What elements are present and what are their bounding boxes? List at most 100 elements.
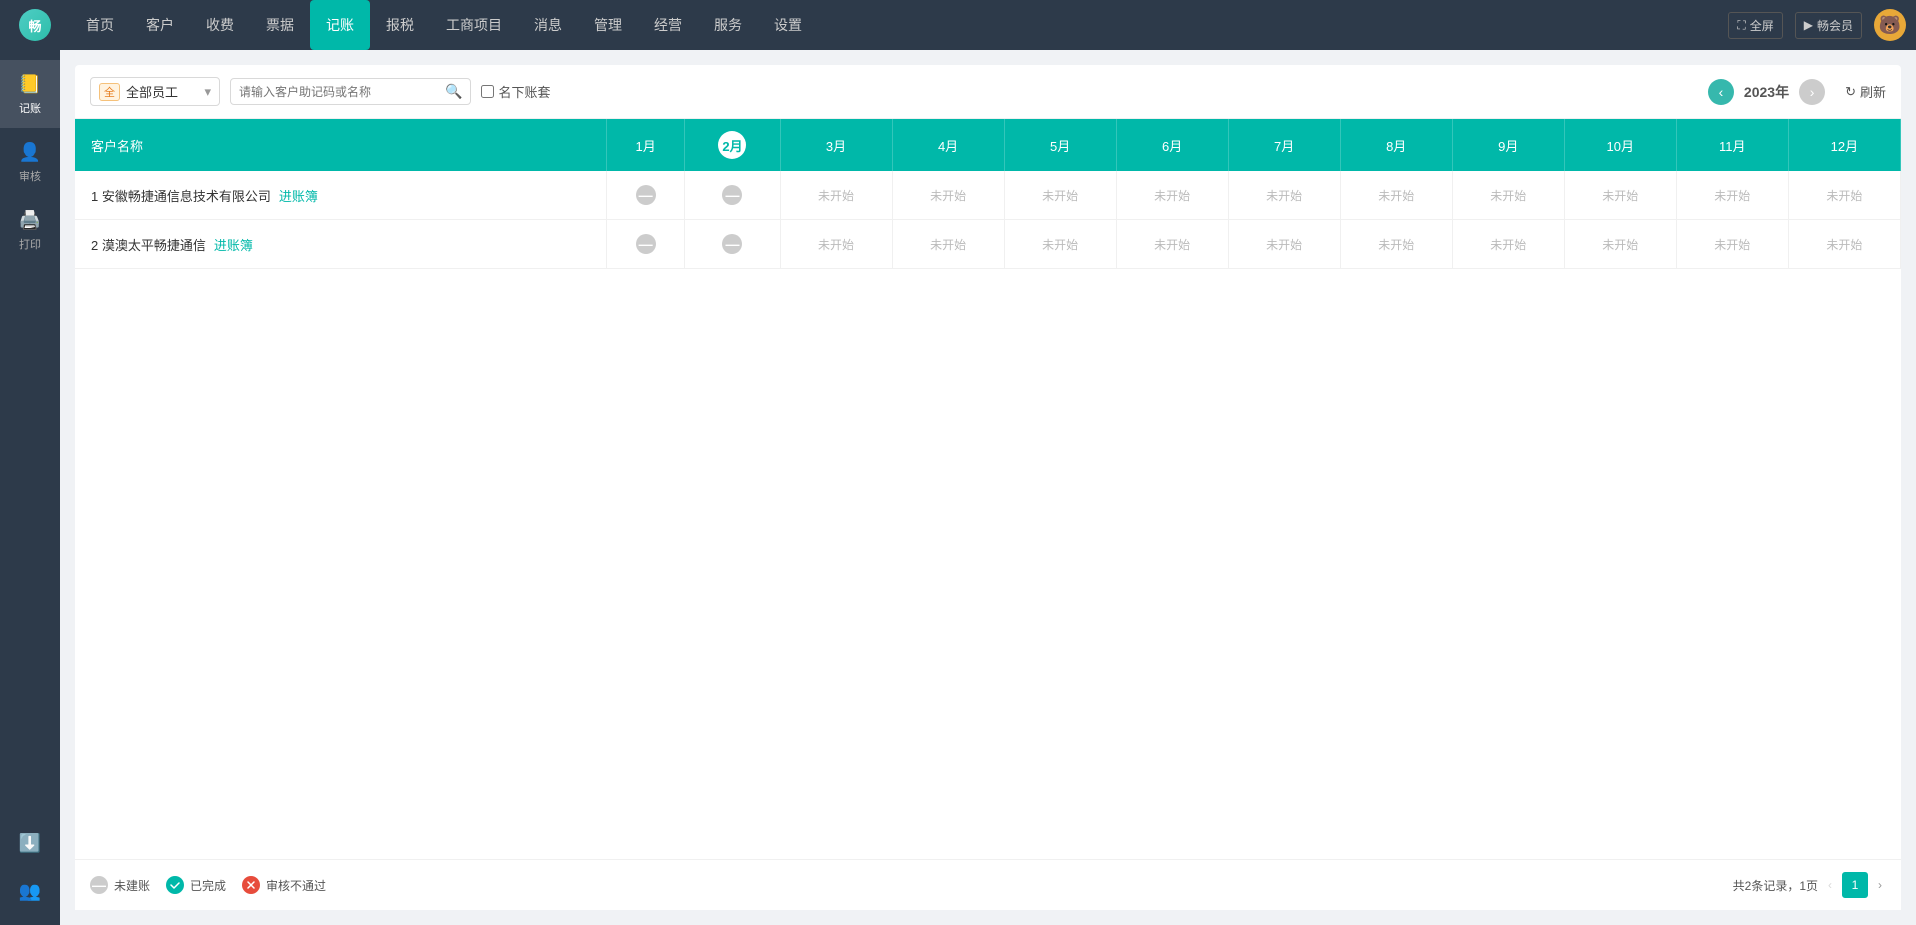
- col-header-month-6: 6月: [1116, 119, 1228, 171]
- my-accounts-checkbox-label[interactable]: 名下账套: [481, 82, 550, 101]
- nav-item-首页[interactable]: 首页: [70, 0, 130, 50]
- month-status-cell: 未开始: [1228, 220, 1340, 269]
- accounts-table: 客户名称1月2月3月4月5月6月7月8月9月10月11月12月 1 安徽畅捷通信…: [75, 119, 1901, 269]
- status-not-started: 未开始: [1378, 238, 1414, 252]
- member-icon: ▶: [1804, 18, 1813, 32]
- member-button[interactable]: ▶ 畅会员: [1795, 12, 1862, 39]
- month-status-cell: 未开始: [1452, 220, 1564, 269]
- legend-dot-grey: —: [90, 876, 108, 894]
- nav-item-客户[interactable]: 客户: [130, 0, 190, 50]
- nav-item-报税[interactable]: 报税: [370, 0, 430, 50]
- sidebar-icon-打印: 🖨️: [18, 208, 42, 232]
- status-not-started: 未开始: [1154, 189, 1190, 203]
- sidebar-label-打印: 打印: [19, 236, 41, 252]
- fullscreen-icon: ⛶: [1737, 18, 1745, 33]
- enter-ledger-link[interactable]: 进账簿: [279, 189, 318, 204]
- legend-dot-red: [242, 876, 260, 894]
- prev-page-button[interactable]: ‹: [1824, 876, 1836, 894]
- page-1-button[interactable]: 1: [1842, 872, 1868, 898]
- col-header-client: 客户名称: [75, 119, 606, 171]
- nav-item-票据[interactable]: 票据: [250, 0, 310, 50]
- col-header-month-1: 1月: [606, 119, 685, 171]
- sidebar-label-记账: 记账: [19, 100, 41, 116]
- pagination-summary: 共2条记录，1页: [1733, 877, 1818, 894]
- month-status-cell: 未开始: [1340, 220, 1452, 269]
- month-status-cell: 未开始: [1004, 220, 1116, 269]
- search-input[interactable]: [239, 85, 439, 99]
- month-status-cell: 未开始: [1788, 220, 1900, 269]
- nav-item-服务[interactable]: 服务: [698, 0, 758, 50]
- status-not-started: 未开始: [1602, 238, 1638, 252]
- status-not-started: 未开始: [1826, 238, 1862, 252]
- client-index: 2: [91, 238, 102, 253]
- status-not-started: 未开始: [1490, 238, 1526, 252]
- month-status-cell: 未开始: [1676, 171, 1788, 220]
- sidebar-icon-审核: 👤: [18, 140, 42, 164]
- employee-select[interactable]: 全 全部员工 ▾: [90, 77, 220, 106]
- nav-items: 首页客户收费票据记账报税工商项目消息管理经营服务设置: [70, 0, 1728, 50]
- nav-item-消息[interactable]: 消息: [518, 0, 578, 50]
- search-icon[interactable]: 🔍: [445, 83, 462, 100]
- month-status-cell: 未开始: [1676, 220, 1788, 269]
- enter-ledger-link[interactable]: 进账簿: [214, 238, 253, 253]
- member-label: 畅会员: [1817, 17, 1853, 34]
- next-year-button[interactable]: ›: [1799, 79, 1825, 105]
- refresh-label: 刷新: [1860, 82, 1886, 101]
- sidebar-item-记账[interactable]: 📒记账: [0, 60, 60, 128]
- col-header-month-2: 2月: [685, 119, 780, 171]
- sidebar-bottom-item[interactable]: 👥: [18, 867, 42, 915]
- legend-not-built-label: 未建账: [114, 877, 150, 894]
- prev-year-button[interactable]: ‹: [1708, 79, 1734, 105]
- col-header-month-11: 11月: [1676, 119, 1788, 171]
- sidebar-bottom-icon: 👥: [18, 879, 42, 903]
- table-container: 客户名称1月2月3月4月5月6月7月8月9月10月11月12月 1 安徽畅捷通信…: [75, 119, 1901, 859]
- dropdown-arrow-icon: ▾: [204, 84, 211, 100]
- nav-item-管理[interactable]: 管理: [578, 0, 638, 50]
- sidebar-item-审核[interactable]: 👤审核: [0, 128, 60, 196]
- month-status-cell: 未开始: [1564, 171, 1676, 220]
- month-status-cell: —: [685, 220, 780, 269]
- status-not-started: 未开始: [1378, 189, 1414, 203]
- nav-right: ⛶ 全屏 ▶ 畅会员 🐻: [1728, 9, 1906, 41]
- client-name: 漠澳太平畅捷通信: [102, 238, 206, 253]
- avatar[interactable]: 🐻: [1874, 9, 1906, 41]
- nav-item-工商项目[interactable]: 工商项目: [430, 0, 518, 50]
- legend-rejected: 审核不通过: [242, 876, 326, 894]
- month-status-cell: 未开始: [1004, 171, 1116, 220]
- employee-tag: 全: [99, 83, 120, 101]
- month-status-cell: 未开始: [1564, 220, 1676, 269]
- status-not-started: 未开始: [1266, 189, 1302, 203]
- status-not-started: 未开始: [930, 189, 966, 203]
- sidebar-bottom-item[interactable]: ⬇️: [18, 819, 42, 867]
- toolbar: 全 全部员工 ▾ 🔍 名下账套 ‹ 2023年 › ↻ 刷新: [75, 65, 1901, 119]
- next-page-button[interactable]: ›: [1874, 876, 1886, 894]
- pagination: 共2条记录，1页 ‹ 1 ›: [1733, 872, 1886, 898]
- search-input-wrap: 🔍: [230, 78, 471, 105]
- client-index: 1: [91, 189, 102, 204]
- status-not-started: 未开始: [1042, 238, 1078, 252]
- month-status-cell: 未开始: [892, 220, 1004, 269]
- sidebar-item-打印[interactable]: 🖨️ 打印: [0, 196, 60, 264]
- my-accounts-checkbox[interactable]: [481, 85, 494, 98]
- sidebar: 📒记账👤审核 🖨️ 打印 ⬇️ 👥: [0, 50, 60, 925]
- refresh-button[interactable]: ↻ 刷新: [1845, 82, 1886, 101]
- nav-item-记账[interactable]: 记账: [310, 0, 370, 50]
- employee-select-label: 全部员工: [126, 82, 178, 101]
- legend-completed-label: 已完成: [190, 877, 226, 894]
- sidebar-bottom-icon: ⬇️: [18, 831, 42, 855]
- month-status-cell: 未开始: [1228, 171, 1340, 220]
- col-header-month-9: 9月: [1452, 119, 1564, 171]
- fullscreen-button[interactable]: ⛶ 全屏: [1728, 12, 1782, 39]
- status-not-started: 未开始: [1490, 189, 1526, 203]
- month-status-cell: 未开始: [892, 171, 1004, 220]
- month-status-cell: 未开始: [780, 220, 892, 269]
- col-header-month-8: 8月: [1340, 119, 1452, 171]
- month-status-cell: 未开始: [1340, 171, 1452, 220]
- table-row: 2 漠澳太平畅捷通信进账簿——未开始未开始未开始未开始未开始未开始未开始未开始未…: [75, 220, 1901, 269]
- nav-item-设置[interactable]: 设置: [758, 0, 818, 50]
- fullscreen-label: 全屏: [1750, 17, 1774, 34]
- nav-item-收费[interactable]: 收费: [190, 0, 250, 50]
- nav-item-经营[interactable]: 经营: [638, 0, 698, 50]
- client-name: 安徽畅捷通信息技术有限公司: [102, 189, 271, 204]
- month-status-cell: 未开始: [1116, 220, 1228, 269]
